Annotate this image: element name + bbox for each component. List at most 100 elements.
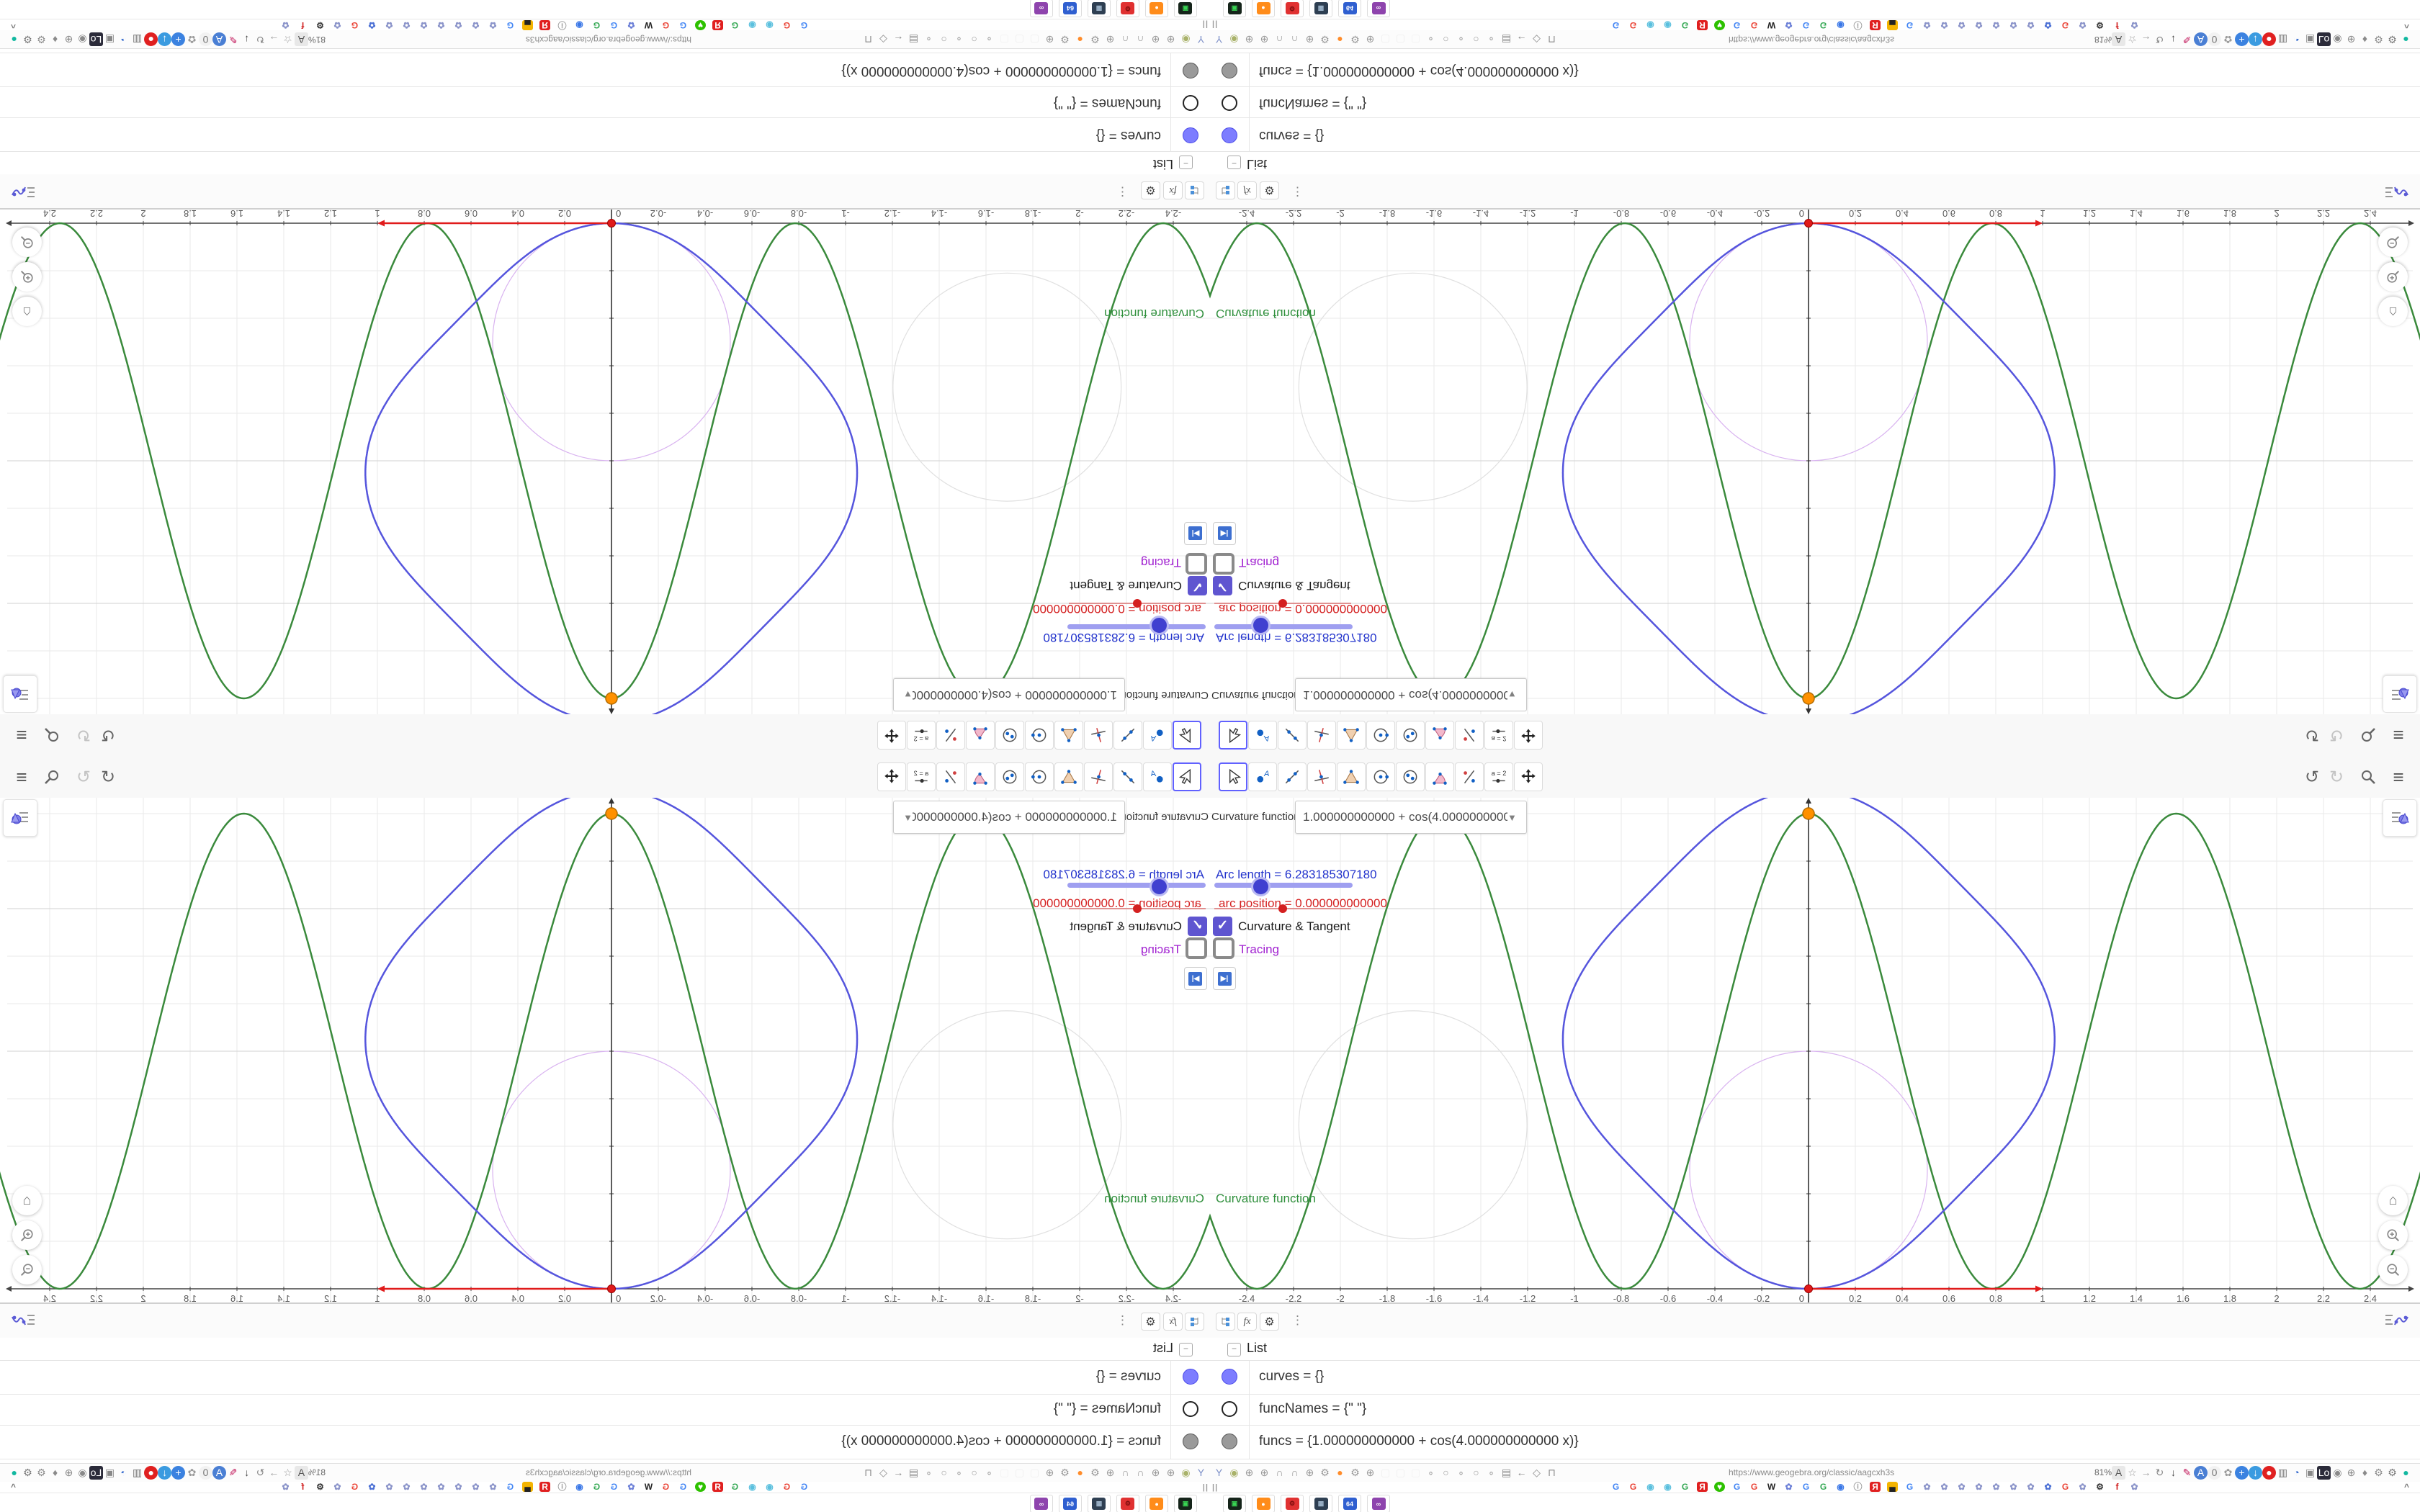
taskbar-firefox-icon[interactable]: ● <box>1252 0 1275 17</box>
tracing-checkbox[interactable] <box>1186 553 1207 575</box>
dot-icon[interactable]: ∘ <box>952 32 966 46</box>
globe-icon[interactable]: ⊕ <box>2344 32 2358 46</box>
add-icon[interactable]: + <box>2235 32 2249 46</box>
angle-tool-button[interactable] <box>1425 721 1454 750</box>
graphics-view[interactable]: -2.4 -2.2 -2 -1.8 -1.6 -1.4 -1.2 -1 -0.8 -0.6 -0.4… <box>1210 210 2420 714</box>
bookmark-favicon[interactable]: G <box>678 20 689 30</box>
gear-extension-icon[interactable]: ⚙ <box>1348 1466 1362 1480</box>
dot-icon[interactable]: ∘ <box>982 1466 996 1480</box>
tracing-checkbox[interactable] <box>1186 937 1207 959</box>
visibility-marble-curves[interactable] <box>1222 1369 1237 1385</box>
globe-icon[interactable]: ⊕ <box>62 1466 76 1480</box>
line-tool-button[interactable] <box>1278 721 1307 750</box>
bookmark-favicon[interactable]: G <box>1628 1482 1639 1492</box>
down-circle-icon[interactable]: ↓ <box>158 1466 171 1480</box>
teal-dot-icon[interactable]: ● <box>2399 32 2413 46</box>
olive-circle-extension-icon[interactable]: ◉ <box>1179 32 1193 46</box>
bookmark-favicon[interactable]: G <box>505 20 516 30</box>
angle-tool-button[interactable] <box>1425 762 1454 791</box>
bookmark-favicon[interactable]: ♥ <box>695 20 706 30</box>
angle-tool-button[interactable] <box>966 762 995 791</box>
conic-tool-button[interactable] <box>995 721 1024 750</box>
bookmark-favicon[interactable]: ✿ <box>2043 1482 2053 1492</box>
arc-position-slider-thumb[interactable] <box>1133 599 1142 608</box>
bookmark-favicon[interactable]: ◉ <box>1645 1482 1656 1492</box>
visibility-marble-curves[interactable] <box>1183 127 1198 143</box>
pin-extension-icon[interactable]: Y <box>1212 32 1226 46</box>
teal-dot-icon[interactable]: ● <box>7 32 21 46</box>
teal-dot-icon[interactable]: ● <box>2399 1466 2413 1480</box>
arc-length-slider-thumb[interactable] <box>1251 877 1270 896</box>
firefox-extension-icon[interactable]: ● <box>1333 1466 1347 1480</box>
bookmark-favicon[interactable]: ◉ <box>574 20 585 30</box>
taskbar-save64-icon[interactable]: 64 <box>1059 1495 1082 1512</box>
bookmark-favicon[interactable]: ⓘ <box>557 20 568 30</box>
gear-extension-icon[interactable]: ⚙ <box>1058 1466 1072 1480</box>
chevron-up-icon[interactable]: ^ <box>2404 20 2409 30</box>
taskbar-save64-icon[interactable]: 64 <box>1338 0 1361 17</box>
angle-tool-button[interactable] <box>966 721 995 750</box>
chevron-up-icon[interactable]: ^ <box>11 1482 16 1492</box>
translate-icon[interactable]: A <box>295 1466 308 1480</box>
taskbar-terminal-icon[interactable]: ▣ <box>1223 1495 1246 1512</box>
chevron-up-icon[interactable]: ^ <box>11 20 16 30</box>
dot-icon[interactable]: ○ <box>1439 1466 1453 1480</box>
home-button[interactable]: ⌂ <box>12 297 42 326</box>
circle-tool-button[interactable] <box>1366 762 1395 791</box>
bookmark-favicon[interactable]: G <box>1801 1482 1811 1492</box>
bookmark-favicon[interactable]: G <box>1731 20 1742 30</box>
move-graphics-view-tool-button[interactable] <box>877 762 906 791</box>
down-circle-icon[interactable]: ↓ <box>2249 1466 2262 1480</box>
globe-extension-icon[interactable]: ⊕ <box>1242 1466 1256 1480</box>
bookmark-favicon[interactable]: G <box>1904 20 1915 30</box>
dot-icon[interactable]: ○ <box>967 1466 981 1480</box>
fx-input-button[interactable]: fx <box>1163 181 1183 199</box>
algebra-row-funcs[interactable]: funcs = {1.000000000000 + cos(4.00000000… <box>0 53 1210 87</box>
perpendicular-line-tool-button[interactable] <box>1307 762 1336 791</box>
arc-length-slider-thumb[interactable] <box>1150 877 1169 896</box>
graphics-stylebar-button[interactable] <box>2383 675 2417 713</box>
reflect-tool-button[interactable] <box>1455 721 1484 750</box>
visibility-marble-funcnames[interactable] <box>1183 95 1198 111</box>
bookmark-favicon[interactable]: ▄ <box>1887 1482 1898 1492</box>
curvature-tangent-checkbox[interactable]: ✓ <box>1213 917 1232 936</box>
search-button[interactable] <box>41 724 63 746</box>
algebra-row-curves[interactable]: curves = {} <box>0 117 1210 152</box>
bookmark-favicon[interactable]: ⚙ <box>2094 20 2105 30</box>
dot-icon[interactable]: ∘ <box>1454 1466 1468 1480</box>
ghost-extension-icon[interactable]: ▢ <box>1028 32 1041 46</box>
polygon-tool-button[interactable] <box>1054 721 1083 750</box>
bookmark-favicon[interactable]: f <box>2112 1482 2123 1492</box>
thumb-icon[interactable]: ♦ <box>48 1466 62 1480</box>
pencil-icon[interactable]: ✎ <box>226 32 240 46</box>
bookmark-favicon[interactable]: ✿ <box>453 20 464 30</box>
bookmark-favicon[interactable]: Я <box>712 20 723 30</box>
play-animation-button[interactable]: ▶| <box>1184 967 1207 990</box>
bookmark-favicon[interactable]: ♥ <box>1714 20 1725 30</box>
bookmark-favicon[interactable]: Я <box>539 20 550 30</box>
wrench-extension-icon[interactable]: ⚙ <box>1088 32 1102 46</box>
dot-icon[interactable]: ○ <box>937 32 951 46</box>
zoom-out-button[interactable] <box>2378 228 2408 257</box>
meter-extension-icon[interactable]: ∩ <box>1273 1466 1286 1480</box>
undo-button[interactable]: ↺ <box>2301 724 2323 746</box>
bookmark-favicon[interactable]: ▄ <box>1887 20 1898 30</box>
taskbar-firefox-icon[interactable]: ● <box>1252 1495 1275 1512</box>
bookmark-favicon[interactable]: G <box>591 1482 602 1492</box>
reload-icon[interactable]: ↻ <box>2153 32 2166 46</box>
reflect-tool-button[interactable] <box>936 721 965 750</box>
record-icon[interactable]: ● <box>144 32 158 46</box>
flower-icon[interactable]: ✿ <box>2221 1466 2235 1480</box>
translate-a-icon[interactable]: A <box>212 1466 226 1480</box>
graphics-view[interactable]: -2.4 -2.2 -2 -1.8 -1.6 -1.4 -1.2 -1 -0.8 -0.6 -0.4… <box>0 210 1210 714</box>
more-options-icon[interactable]: ⋮ <box>1116 1313 1129 1328</box>
graphics-view[interactable]: -2.4 -2.2 -2 -1.8 -1.6 -1.4 -1.2 -1 -0.8 -0.6 -0.4… <box>0 798 1210 1302</box>
search-button[interactable] <box>41 766 63 788</box>
fx-input-button[interactable]: fx <box>1237 1313 1257 1331</box>
perpendicular-line-tool-button[interactable] <box>1084 721 1113 750</box>
bookmark-favicon[interactable]: G <box>799 1482 810 1492</box>
taskbar-display-icon[interactable]: ▦ <box>1309 0 1332 17</box>
olive-circle-extension-icon[interactable]: ◉ <box>1227 32 1241 46</box>
arc-length-slider[interactable] <box>1214 883 1353 888</box>
perpendicular-line-tool-button[interactable] <box>1084 762 1113 791</box>
